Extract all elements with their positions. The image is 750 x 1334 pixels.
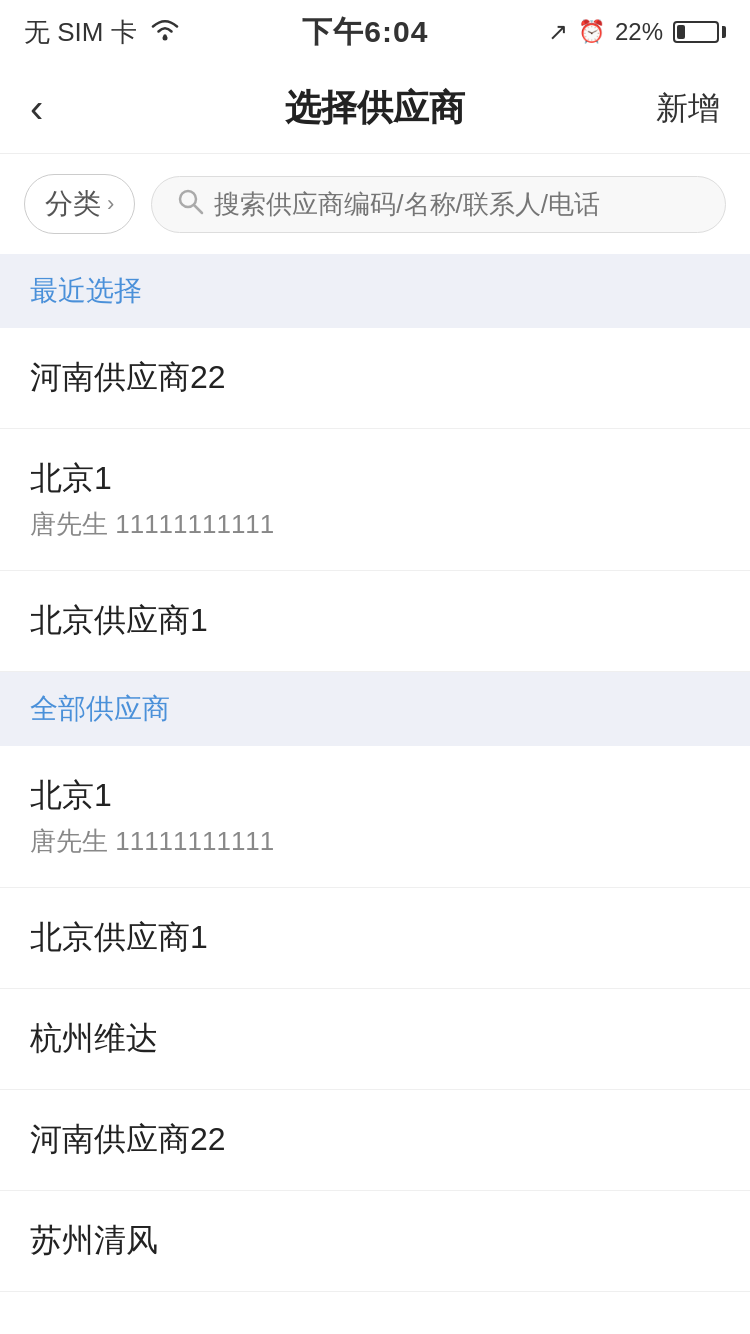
- list-item[interactable]: 北京1 唐先生 11111111111: [0, 746, 750, 888]
- nav-bar: ‹ 选择供应商 新增: [0, 64, 750, 154]
- item-name: 北京供应商1: [30, 599, 720, 643]
- filter-row: 分类 ›: [0, 154, 750, 254]
- status-bar: 无 SIM 卡 下午6:04 ↗ ⏰ 22%: [0, 0, 750, 64]
- svg-line-2: [195, 205, 203, 213]
- list-item[interactable]: 北京供应商1: [0, 571, 750, 672]
- item-name: 北京供应商1: [30, 916, 720, 960]
- svg-point-0: [162, 35, 167, 40]
- list-item[interactable]: 北京供应商1: [0, 888, 750, 989]
- list-item[interactable]: 苏州清风: [0, 1191, 750, 1292]
- carrier-text: 无 SIM 卡: [24, 15, 137, 50]
- search-input[interactable]: [214, 189, 701, 220]
- item-name: 北京1: [30, 457, 720, 501]
- item-name: 苏州清风: [30, 1219, 720, 1263]
- item-name: 河南供应商22: [30, 356, 720, 400]
- list-item[interactable]: 杭州维达: [0, 989, 750, 1090]
- category-label: 分类: [45, 185, 101, 223]
- battery-percentage: 22%: [615, 18, 663, 46]
- chevron-right-icon: ›: [107, 191, 114, 217]
- back-button[interactable]: ‹: [30, 86, 110, 131]
- recent-section-header: 最近选择: [0, 254, 750, 328]
- item-name: 杭州维达: [30, 1017, 720, 1061]
- status-right: ↗ ⏰ 22%: [548, 18, 726, 46]
- battery-icon: [673, 21, 726, 43]
- all-list: 北京1 唐先生 11111111111 北京供应商1 杭州维达河南供应商22 苏州清风: [0, 746, 750, 1292]
- item-name: 北京1: [30, 774, 720, 818]
- list-item[interactable]: 河南供应商22: [0, 328, 750, 429]
- status-left: 无 SIM 卡: [24, 15, 183, 50]
- add-button[interactable]: 新增: [640, 87, 720, 131]
- search-icon: [176, 187, 204, 222]
- recent-list: 河南供应商22 北京1 唐先生 11111111111 北京供应商1: [0, 328, 750, 672]
- location-icon: ↗: [548, 18, 568, 46]
- item-sub: 唐先生 11111111111: [30, 824, 720, 859]
- list-item[interactable]: 北京1 唐先生 11111111111: [0, 429, 750, 571]
- category-filter[interactable]: 分类 ›: [24, 174, 135, 234]
- page-title: 选择供应商: [285, 84, 465, 133]
- item-name: 河南供应商22: [30, 1118, 720, 1162]
- item-sub: 唐先生 11111111111: [30, 507, 720, 542]
- wifi-icon: [147, 16, 183, 49]
- alarm-icon: ⏰: [578, 19, 605, 45]
- svg-point-1: [180, 191, 196, 207]
- search-box[interactable]: [151, 176, 726, 233]
- status-time: 下午6:04: [302, 12, 428, 53]
- list-item[interactable]: 河南供应商22: [0, 1090, 750, 1191]
- all-section-header: 全部供应商: [0, 672, 750, 746]
